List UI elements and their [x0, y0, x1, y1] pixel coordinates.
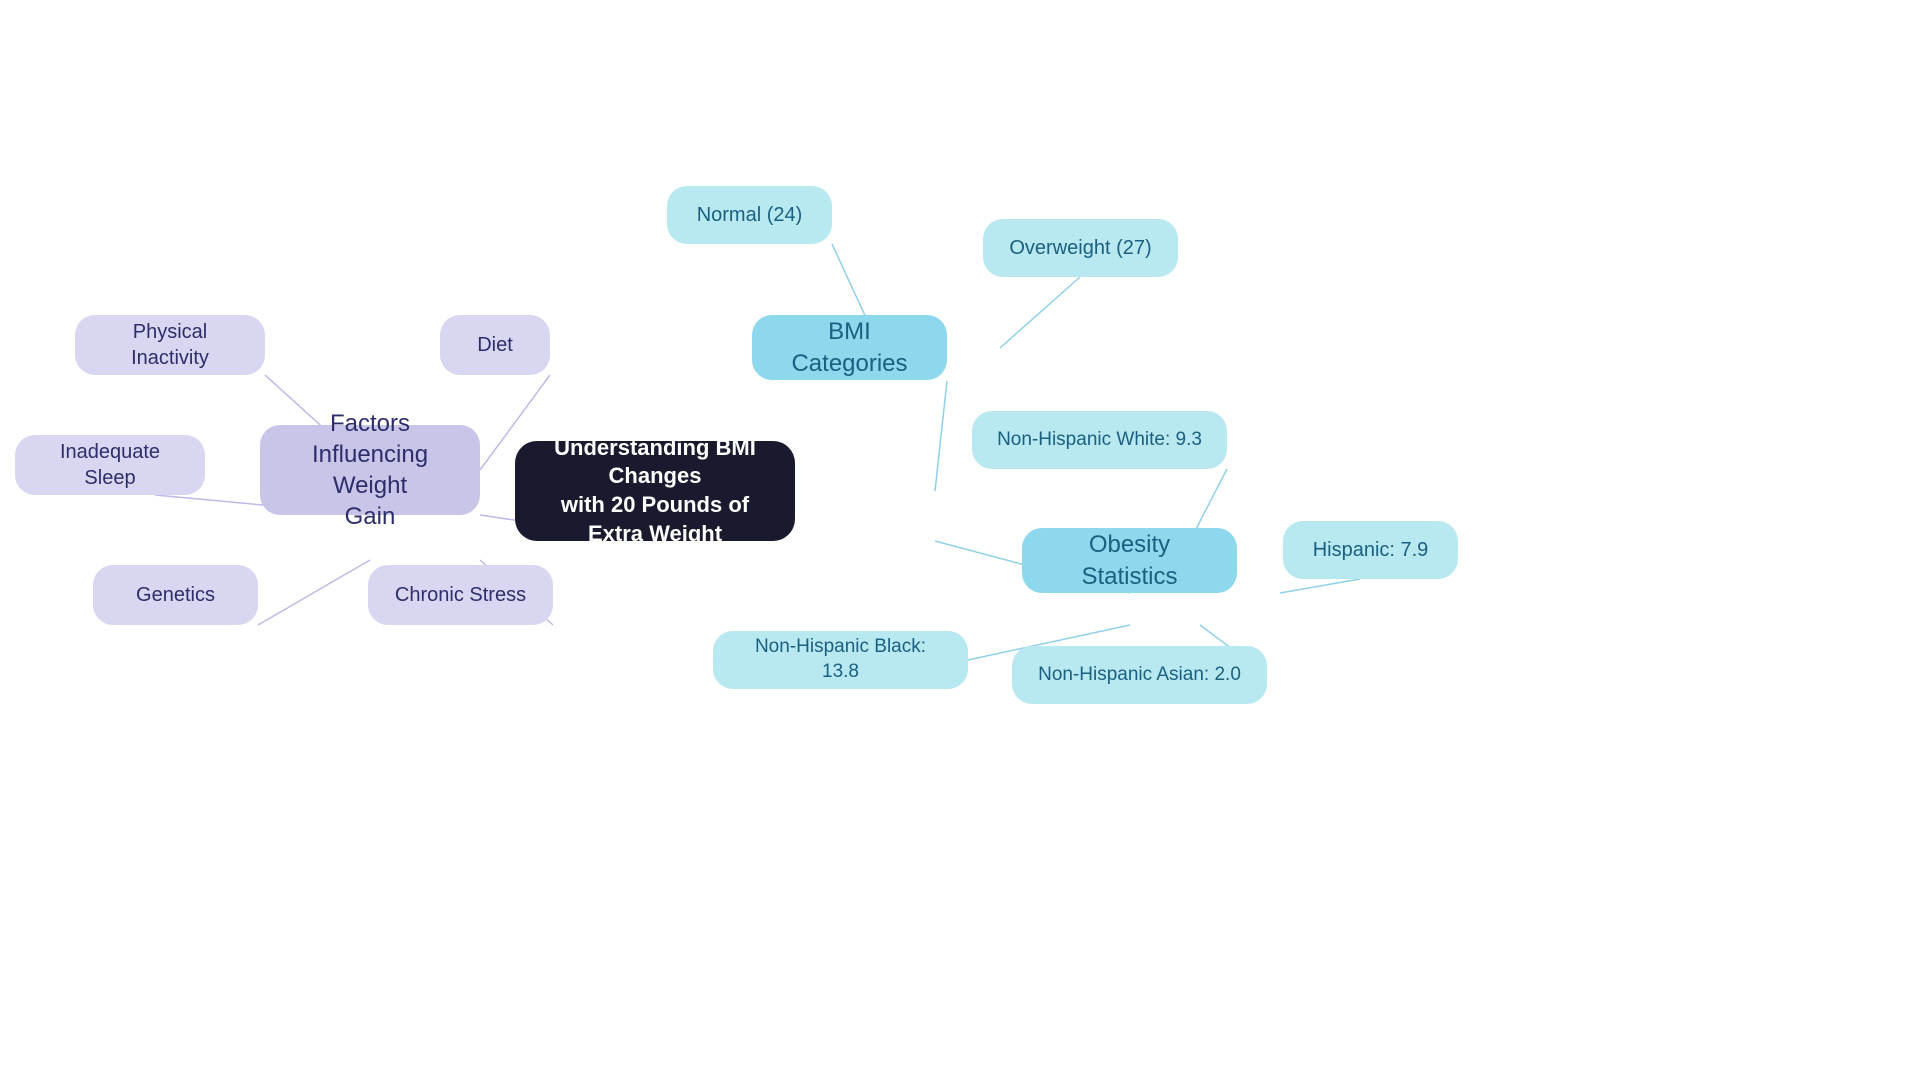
hispanic-node: Hispanic: 7.9 — [1283, 521, 1458, 579]
non-hispanic-white-label: Non-Hispanic White: 9.3 — [997, 428, 1202, 453]
center-label: Understanding BMI Changes with 20 Pounds… — [537, 434, 773, 548]
physical-inactivity-node: Physical Inactivity — [75, 315, 265, 375]
overweight-node: Overweight (27) — [983, 219, 1178, 277]
non-hispanic-black-label: Non-Hispanic Black: 13.8 — [735, 635, 946, 684]
genetics-label: Genetics — [136, 582, 215, 608]
chronic-stress-node: Chronic Stress — [368, 565, 553, 625]
inadequate-sleep-label: Inadequate Sleep — [37, 439, 183, 491]
center-node: Understanding BMI Changes with 20 Pounds… — [515, 441, 795, 541]
normal-bmi-node: Normal (24) — [667, 186, 832, 244]
non-hispanic-asian-label: Non-Hispanic Asian: 2.0 — [1038, 663, 1241, 688]
obesity-statistics-node: Obesity Statistics — [1022, 528, 1237, 593]
non-hispanic-white-node: Non-Hispanic White: 9.3 — [972, 411, 1227, 469]
obesity-statistics-label: Obesity Statistics — [1044, 529, 1215, 591]
factors-node: Factors Influencing Weight Gain — [260, 425, 480, 515]
normal-bmi-label: Normal (24) — [697, 202, 803, 228]
factors-label: Factors Influencing Weight Gain — [282, 408, 458, 533]
diet-label: Diet — [477, 332, 513, 358]
inadequate-sleep-node: Inadequate Sleep — [15, 435, 205, 495]
chronic-stress-label: Chronic Stress — [395, 582, 526, 608]
non-hispanic-asian-node: Non-Hispanic Asian: 2.0 — [1012, 646, 1267, 704]
bmi-categories-label: BMI Categories — [774, 316, 925, 378]
diet-node: Diet — [440, 315, 550, 375]
genetics-node: Genetics — [93, 565, 258, 625]
physical-inactivity-label: Physical Inactivity — [97, 319, 243, 371]
bmi-categories-node: BMI Categories — [752, 315, 947, 380]
hispanic-label: Hispanic: 7.9 — [1313, 537, 1429, 563]
non-hispanic-black-node: Non-Hispanic Black: 13.8 — [713, 631, 968, 689]
overweight-label: Overweight (27) — [1009, 235, 1151, 261]
